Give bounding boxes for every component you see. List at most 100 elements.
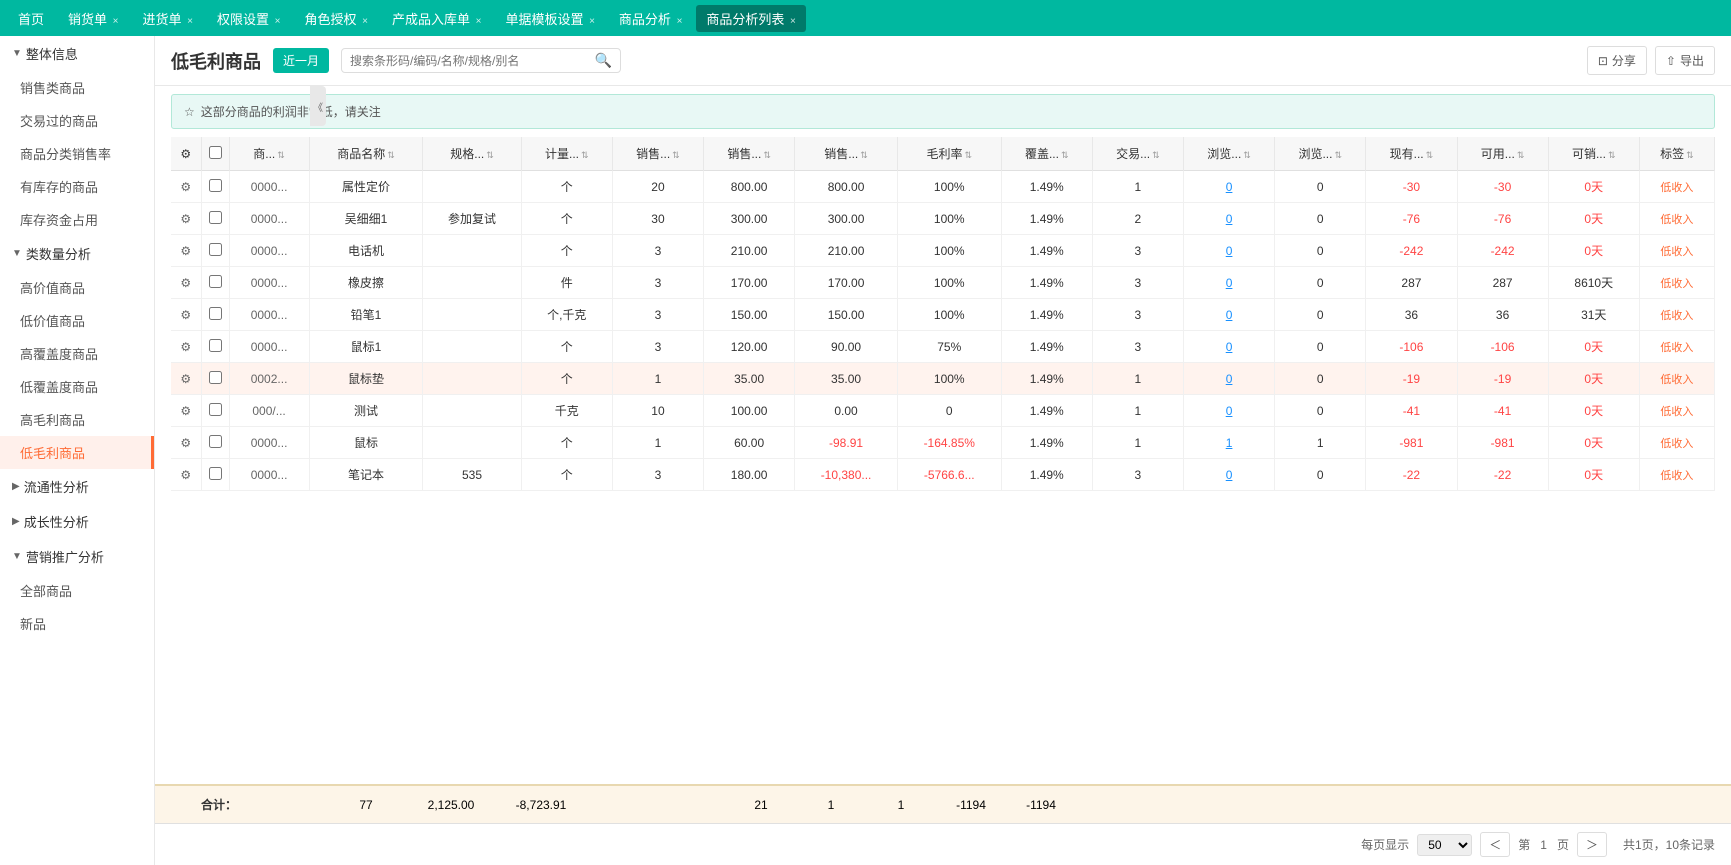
- row-settings[interactable]: ⚙: [171, 395, 201, 427]
- col-transactions[interactable]: 交易...⇅: [1092, 137, 1183, 171]
- row-select[interactable]: [209, 339, 222, 352]
- col-code[interactable]: 商...⇅: [229, 137, 309, 171]
- row-select[interactable]: [209, 403, 222, 416]
- row-settings[interactable]: ⚙: [171, 363, 201, 395]
- nav-sales-close[interactable]: ×: [113, 16, 119, 27]
- nav-permissions[interactable]: 权限设置 ×: [207, 5, 290, 32]
- next-page-button[interactable]: ＞: [1577, 832, 1607, 857]
- col-name[interactable]: 商品名称⇅: [309, 137, 423, 171]
- row-views1[interactable]: 0: [1183, 235, 1274, 267]
- sidebar-item-stocked-goods[interactable]: 有库存的商品: [0, 170, 154, 203]
- row-checkbox[interactable]: [201, 427, 229, 459]
- sidebar-item-inventory-capital[interactable]: 库存资金占用: [0, 203, 154, 236]
- col-tag[interactable]: 标签⇅: [1639, 137, 1714, 171]
- sidebar-item-low-coverage[interactable]: 低覆盖度商品: [0, 370, 154, 403]
- sidebar-item-sales-goods[interactable]: 销售类商品: [0, 71, 154, 104]
- row-checkbox[interactable]: [201, 459, 229, 491]
- sidebar-item-high-margin[interactable]: 高毛利商品: [0, 403, 154, 436]
- col-sales-qty[interactable]: 销售...⇅: [612, 137, 703, 171]
- row-checkbox[interactable]: [201, 171, 229, 203]
- nav-role-auth-close[interactable]: ×: [362, 16, 368, 27]
- row-checkbox[interactable]: [201, 331, 229, 363]
- row-select[interactable]: [209, 435, 222, 448]
- share-button[interactable]: ⊡ 分享: [1587, 46, 1647, 75]
- prev-page-button[interactable]: ＜: [1480, 832, 1510, 857]
- row-checkbox[interactable]: [201, 395, 229, 427]
- col-unit[interactable]: 计量...⇅: [521, 137, 612, 171]
- select-all-checkbox[interactable]: [209, 146, 222, 159]
- row-views1[interactable]: 0: [1183, 299, 1274, 331]
- row-settings[interactable]: ⚙: [171, 267, 201, 299]
- col-sales-price[interactable]: 销售...⇅: [704, 137, 795, 171]
- search-input[interactable]: [350, 54, 595, 68]
- sidebar-group-marketing[interactable]: ▼ 营销推广分析: [0, 539, 154, 574]
- row-checkbox[interactable]: [201, 363, 229, 395]
- col-sales-amount[interactable]: 销售...⇅: [795, 137, 898, 171]
- col-current[interactable]: 现有...⇅: [1366, 137, 1457, 171]
- row-views1[interactable]: 0: [1183, 203, 1274, 235]
- row-select[interactable]: [209, 275, 222, 288]
- col-gross-margin[interactable]: 毛利率⇅: [897, 137, 1001, 171]
- nav-products-close[interactable]: ×: [476, 16, 482, 27]
- row-settings[interactable]: ⚙: [171, 235, 201, 267]
- sidebar-item-high-value[interactable]: 高价值商品: [0, 271, 154, 304]
- row-settings[interactable]: ⚙: [171, 299, 201, 331]
- row-views1[interactable]: 0: [1183, 459, 1274, 491]
- nav-goods-analysis-close[interactable]: ×: [677, 16, 683, 27]
- col-spec[interactable]: 规格...⇅: [423, 137, 521, 171]
- col-available[interactable]: 可用...⇅: [1457, 137, 1548, 171]
- row-views1[interactable]: 0: [1183, 171, 1274, 203]
- search-icon[interactable]: 🔍: [595, 52, 612, 69]
- row-select[interactable]: [209, 211, 222, 224]
- sidebar-collapse-button[interactable]: 《: [310, 86, 326, 126]
- row-select[interactable]: [209, 467, 222, 480]
- per-page-select[interactable]: 50 100 200: [1417, 834, 1472, 856]
- sidebar-group-quantity[interactable]: ▼ 类数量分析: [0, 236, 154, 271]
- row-select[interactable]: [209, 307, 222, 320]
- col-settings[interactable]: ⚙: [171, 137, 201, 171]
- nav-purchase-close[interactable]: ×: [187, 16, 193, 27]
- row-settings[interactable]: ⚙: [171, 459, 201, 491]
- time-filter-button[interactable]: 近一月: [273, 48, 329, 73]
- row-checkbox[interactable]: [201, 299, 229, 331]
- row-select[interactable]: [209, 243, 222, 256]
- row-views1[interactable]: 0: [1183, 331, 1274, 363]
- sidebar-group-growth[interactable]: ▶ 成长性分析: [0, 504, 154, 539]
- sidebar-group-flow[interactable]: ▶ 流通性分析: [0, 469, 154, 504]
- sidebar-item-low-value[interactable]: 低价值商品: [0, 304, 154, 337]
- row-views1[interactable]: 0: [1183, 363, 1274, 395]
- sidebar-item-high-coverage[interactable]: 高覆盖度商品: [0, 337, 154, 370]
- nav-home[interactable]: 首页: [8, 5, 54, 32]
- nav-role-auth[interactable]: 角色授权 ×: [294, 5, 377, 32]
- nav-products[interactable]: 产成品入库单 ×: [382, 5, 491, 32]
- col-coverage[interactable]: 覆盖...⇅: [1001, 137, 1092, 171]
- row-checkbox[interactable]: [201, 235, 229, 267]
- row-settings[interactable]: ⚙: [171, 331, 201, 363]
- nav-goods-analysis-list[interactable]: 商品分析列表 ×: [696, 5, 805, 32]
- row-settings[interactable]: ⚙: [171, 171, 201, 203]
- row-views1[interactable]: 0: [1183, 267, 1274, 299]
- col-sellable[interactable]: 可销...⇅: [1548, 137, 1639, 171]
- sidebar-item-all-goods[interactable]: 全部商品: [0, 574, 154, 607]
- export-button[interactable]: ⇧ 导出: [1655, 46, 1715, 75]
- sidebar-item-new-goods[interactable]: 新品: [0, 607, 154, 640]
- row-checkbox[interactable]: [201, 267, 229, 299]
- sidebar-item-traded-goods[interactable]: 交易过的商品: [0, 104, 154, 137]
- row-views1[interactable]: 0: [1183, 395, 1274, 427]
- row-select[interactable]: [209, 371, 222, 384]
- col-views2[interactable]: 浏览...⇅: [1275, 137, 1366, 171]
- row-views1[interactable]: 1: [1183, 427, 1274, 459]
- row-settings[interactable]: ⚙: [171, 203, 201, 235]
- nav-permissions-close[interactable]: ×: [275, 16, 281, 27]
- nav-purchase[interactable]: 进货单 ×: [133, 5, 203, 32]
- nav-template[interactable]: 单据模板设置 ×: [495, 5, 604, 32]
- sidebar-group-overall[interactable]: ▼ 整体信息: [0, 36, 154, 71]
- row-select[interactable]: [209, 179, 222, 192]
- sidebar-item-low-margin[interactable]: 低毛利商品: [0, 436, 154, 469]
- nav-goods-analysis[interactable]: 商品分析 ×: [609, 5, 692, 32]
- col-views1[interactable]: 浏览...⇅: [1183, 137, 1274, 171]
- col-checkbox[interactable]: [201, 137, 229, 171]
- row-checkbox[interactable]: [201, 203, 229, 235]
- nav-sales[interactable]: 销货单 ×: [58, 5, 128, 32]
- nav-goods-analysis-list-close[interactable]: ×: [790, 16, 796, 27]
